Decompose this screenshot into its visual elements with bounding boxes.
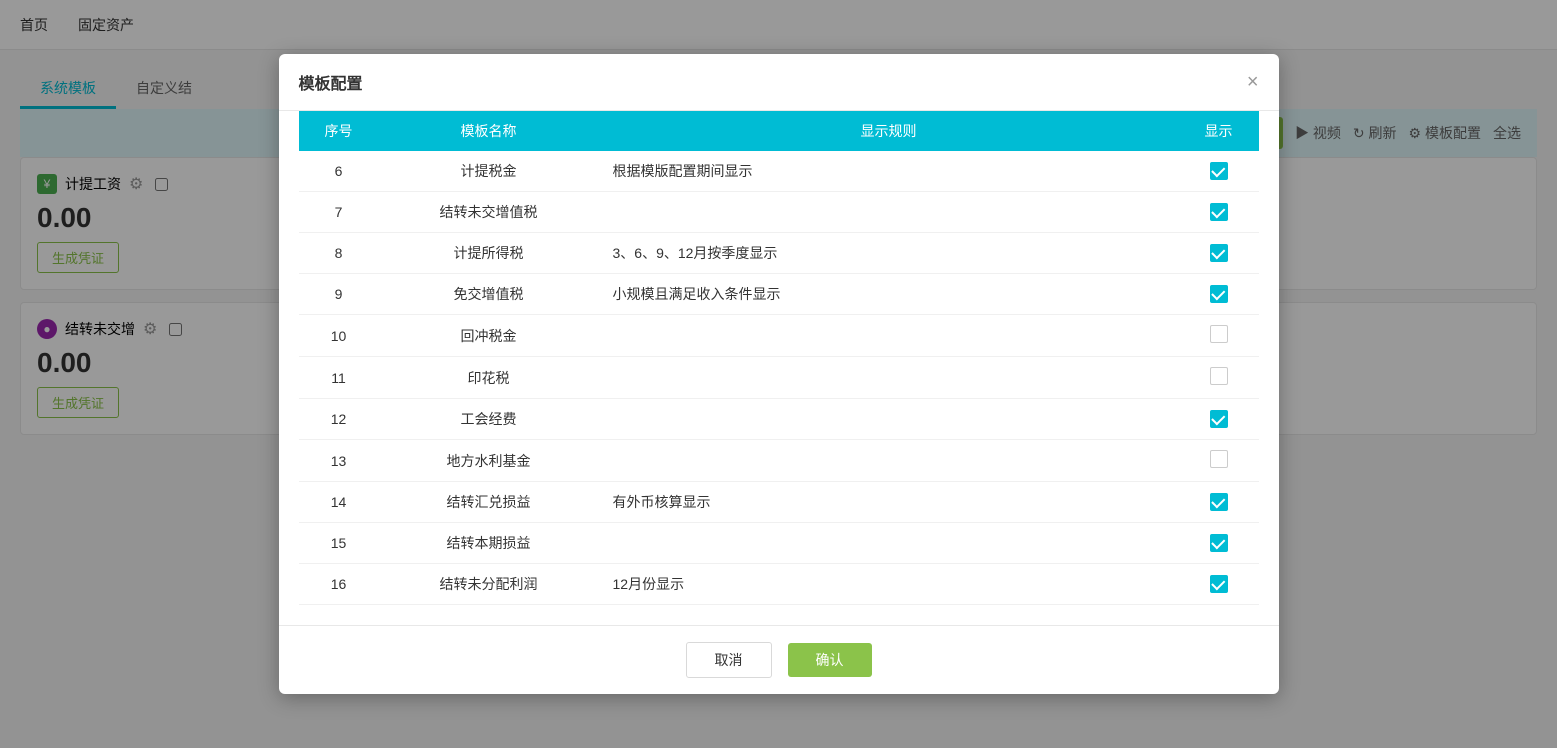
row-name: 地方水利基金	[379, 440, 599, 482]
row-checkbox-cell	[1179, 564, 1259, 605]
row-checkbox[interactable]	[1210, 575, 1228, 593]
template-config-dialog: 模板配置 × 序号 模板名称 显示规则 显示 6计提税金根据模版配置期间显示7结…	[279, 54, 1279, 694]
row-seq: 9	[299, 274, 379, 315]
row-name: 印花税	[379, 357, 599, 399]
col-rule: 显示规则	[599, 111, 1179, 151]
row-checkbox[interactable]	[1210, 285, 1228, 303]
row-checkbox[interactable]	[1210, 325, 1228, 343]
table-row: 6计提税金根据模版配置期间显示	[299, 151, 1259, 192]
table-row: 15结转本期损益	[299, 523, 1259, 564]
row-checkbox-cell	[1179, 357, 1259, 399]
row-checkbox[interactable]	[1210, 244, 1228, 262]
row-name: 结转未交增值税	[379, 192, 599, 233]
row-checkbox[interactable]	[1210, 367, 1228, 385]
row-name: 计提税金	[379, 151, 599, 192]
row-name: 结转未分配利润	[379, 564, 599, 605]
dialog-header: 模板配置 ×	[279, 54, 1279, 111]
row-checkbox-cell	[1179, 482, 1259, 523]
row-seq: 14	[299, 482, 379, 523]
row-name: 计提所得税	[379, 233, 599, 274]
modal-overlay: 模板配置 × 序号 模板名称 显示规则 显示 6计提税金根据模版配置期间显示7结…	[0, 0, 1557, 748]
row-seq: 16	[299, 564, 379, 605]
row-rule	[599, 357, 1179, 399]
row-name: 回冲税金	[379, 315, 599, 357]
row-name: 结转本期损益	[379, 523, 599, 564]
row-checkbox[interactable]	[1210, 410, 1228, 428]
row-checkbox-cell	[1179, 523, 1259, 564]
config-table-body: 6计提税金根据模版配置期间显示7结转未交增值税8计提所得税3、6、9、12月按季…	[299, 151, 1259, 605]
row-checkbox[interactable]	[1210, 162, 1228, 180]
dialog-body: 序号 模板名称 显示规则 显示 6计提税金根据模版配置期间显示7结转未交增值税8…	[279, 111, 1279, 625]
row-name: 工会经费	[379, 399, 599, 440]
row-seq: 11	[299, 357, 379, 399]
row-checkbox-cell	[1179, 151, 1259, 192]
row-checkbox[interactable]	[1210, 534, 1228, 552]
row-checkbox-cell	[1179, 315, 1259, 357]
row-checkbox-cell	[1179, 233, 1259, 274]
dialog-title: 模板配置	[299, 70, 363, 94]
row-name: 结转汇兑损益	[379, 482, 599, 523]
row-rule: 根据模版配置期间显示	[599, 151, 1179, 192]
row-rule	[599, 523, 1179, 564]
table-row: 13地方水利基金	[299, 440, 1259, 482]
col-display: 显示	[1179, 111, 1259, 151]
cancel-button[interactable]: 取消	[686, 642, 772, 678]
row-rule	[599, 315, 1179, 357]
row-rule	[599, 192, 1179, 233]
row-rule	[599, 440, 1179, 482]
row-checkbox[interactable]	[1210, 450, 1228, 468]
row-seq: 6	[299, 151, 379, 192]
dialog-footer: 取消 确认	[279, 625, 1279, 694]
row-seq: 15	[299, 523, 379, 564]
row-seq: 8	[299, 233, 379, 274]
row-rule: 小规模且满足收入条件显示	[599, 274, 1179, 315]
row-seq: 7	[299, 192, 379, 233]
row-rule: 有外币核算显示	[599, 482, 1179, 523]
row-checkbox[interactable]	[1210, 203, 1228, 221]
table-row: 11印花税	[299, 357, 1259, 399]
row-checkbox-cell	[1179, 192, 1259, 233]
config-table: 序号 模板名称 显示规则 显示 6计提税金根据模版配置期间显示7结转未交增值税8…	[299, 111, 1259, 605]
row-name: 免交增值税	[379, 274, 599, 315]
table-row: 14结转汇兑损益有外币核算显示	[299, 482, 1259, 523]
table-row: 12工会经费	[299, 399, 1259, 440]
row-checkbox-cell	[1179, 399, 1259, 440]
table-row: 8计提所得税3、6、9、12月按季度显示	[299, 233, 1259, 274]
config-table-header: 序号 模板名称 显示规则 显示	[299, 111, 1259, 151]
confirm-button[interactable]: 确认	[788, 643, 872, 677]
row-seq: 10	[299, 315, 379, 357]
col-seq: 序号	[299, 111, 379, 151]
row-rule	[599, 399, 1179, 440]
row-checkbox[interactable]	[1210, 493, 1228, 511]
row-rule: 3、6、9、12月按季度显示	[599, 233, 1179, 274]
table-row: 9免交增值税小规模且满足收入条件显示	[299, 274, 1259, 315]
dialog-close-button[interactable]: ×	[1247, 72, 1259, 92]
row-seq: 12	[299, 399, 379, 440]
table-row: 16结转未分配利润12月份显示	[299, 564, 1259, 605]
col-name: 模板名称	[379, 111, 599, 151]
row-rule: 12月份显示	[599, 564, 1179, 605]
row-checkbox-cell	[1179, 440, 1259, 482]
row-checkbox-cell	[1179, 274, 1259, 315]
row-seq: 13	[299, 440, 379, 482]
table-row: 10回冲税金	[299, 315, 1259, 357]
table-row: 7结转未交增值税	[299, 192, 1259, 233]
